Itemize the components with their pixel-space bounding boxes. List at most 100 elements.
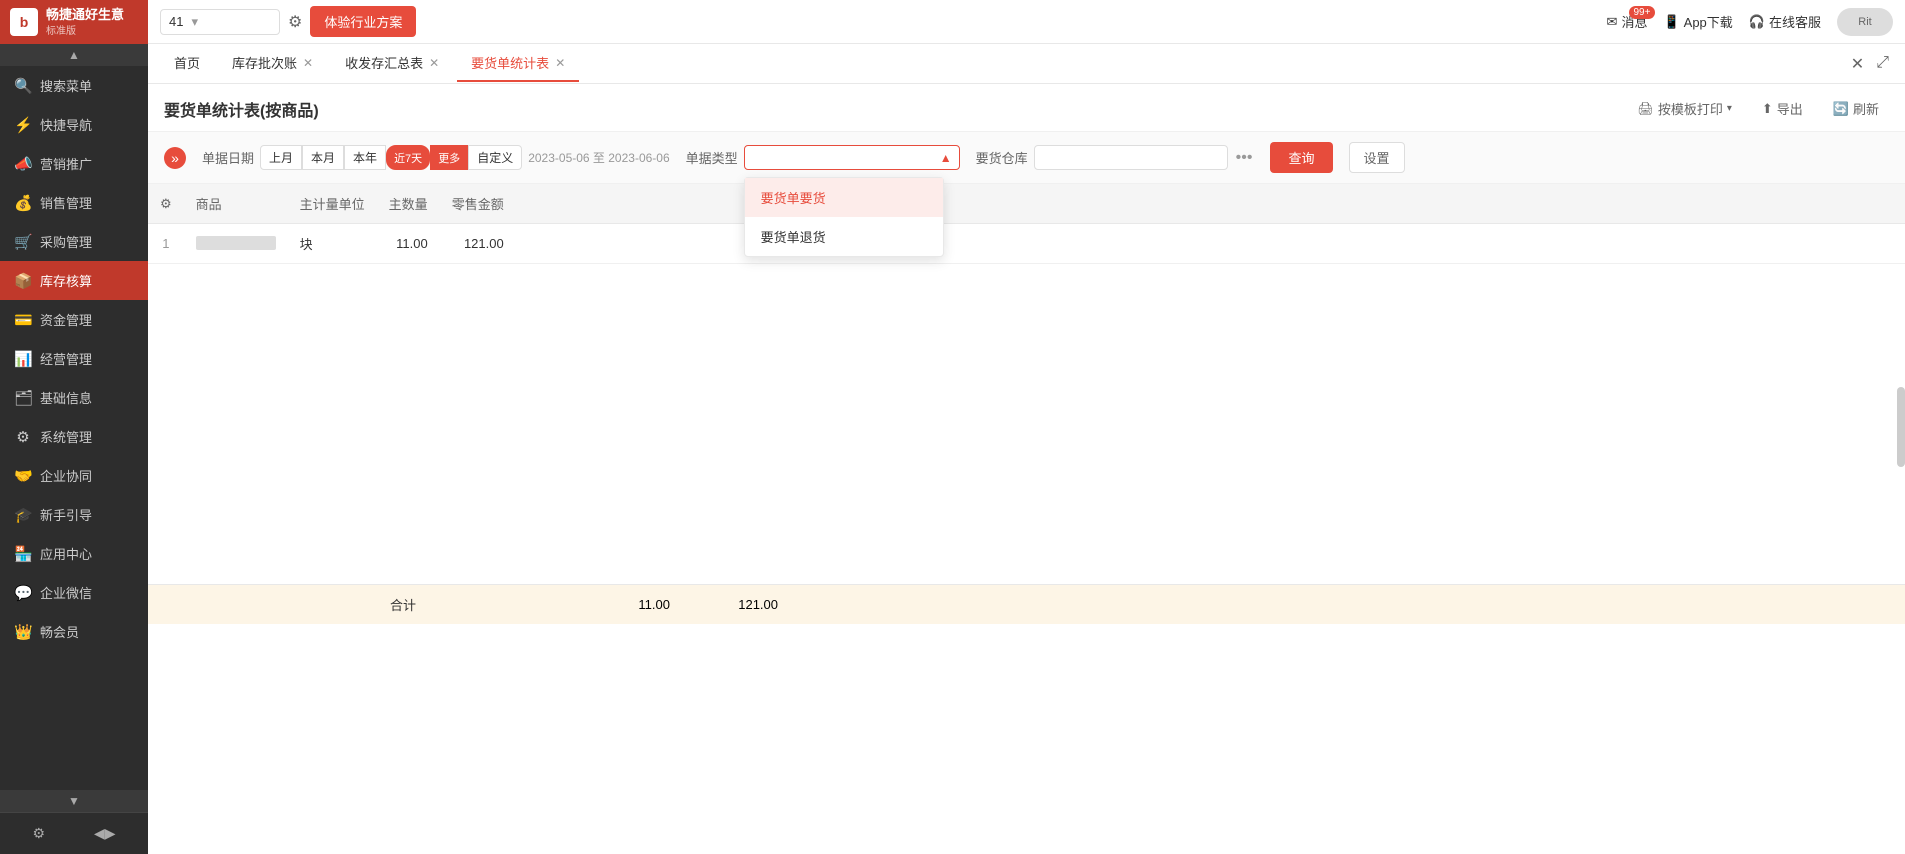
sidebar-item-label-wechat: 企业微信 bbox=[40, 583, 92, 602]
warehouse-more-icon[interactable]: ••• bbox=[1234, 147, 1255, 169]
sidebar-item-marketing[interactable]: 📣 营销推广 bbox=[0, 144, 148, 183]
type-input[interactable] bbox=[744, 145, 960, 170]
sidebar-scroll-down[interactable]: ▼ bbox=[0, 790, 148, 812]
sidebar-item-search[interactable]: 🔍 搜索菜单 bbox=[0, 66, 148, 105]
topbar-gear-icon[interactable]: ⚙ bbox=[288, 12, 302, 32]
date-btn-this-year[interactable]: 本年 bbox=[344, 145, 386, 170]
date-btn-more[interactable]: 更多 bbox=[430, 145, 468, 170]
type-select-wrap: ▲ 要货单要货 要货单退货 bbox=[744, 145, 960, 170]
sidebar-item-enterprise[interactable]: 🤝 企业协同 bbox=[0, 456, 148, 495]
sidebar-item-label-operations: 经营管理 bbox=[40, 349, 92, 368]
sales-icon: 💰 bbox=[14, 194, 32, 212]
print-chevron-icon: ▾ bbox=[1727, 103, 1732, 114]
export-btn[interactable]: ⬆ 导出 bbox=[1752, 94, 1813, 123]
dropdown-item-return[interactable]: 要货单退货 bbox=[745, 217, 943, 256]
search-icon: 🔍 bbox=[14, 77, 32, 95]
system-icon: ⚙ bbox=[14, 428, 32, 446]
app-download-label: App下载 bbox=[1684, 12, 1733, 31]
app-subtitle: 标准版 bbox=[46, 22, 124, 37]
warehouse-filter-group: 要货仓库 ••• bbox=[976, 145, 1255, 170]
empty-space bbox=[148, 264, 1905, 584]
sidebar-item-basic[interactable]: 🗂 基础信息 bbox=[0, 378, 148, 417]
type-dropdown: 要货单要货 要货单退货 bbox=[744, 177, 944, 257]
sidebar-items: 🔍 搜索菜单 ⚡ 快捷导航 📣 营销推广 💰 销售管理 🛒 采购管理 📦 库存核… bbox=[0, 66, 148, 790]
tab-close-receive-summary[interactable]: ✕ bbox=[429, 56, 439, 70]
sidebar-item-vip[interactable]: 👑 畅会员 bbox=[0, 612, 148, 651]
store-chevron-icon: ▾ bbox=[191, 14, 198, 30]
avatar[interactable]: Rit bbox=[1837, 8, 1893, 36]
warehouse-input[interactable] bbox=[1034, 145, 1228, 170]
online-service-label: 在线客服 bbox=[1769, 12, 1821, 31]
tab-close-inventory-batch[interactable]: ✕ bbox=[303, 56, 313, 70]
td-extra bbox=[516, 224, 1905, 264]
date-btn-custom[interactable]: 自定义 bbox=[468, 145, 522, 170]
date-btn-7days[interactable]: 近7天 bbox=[386, 145, 430, 170]
topbar-left: 41 ▾ ⚙ 体验行业方案 bbox=[160, 6, 1597, 37]
purchase-icon: 🛒 bbox=[14, 233, 32, 251]
export-icon: ⬆ bbox=[1762, 101, 1773, 117]
sidebar-item-purchase[interactable]: 🛒 采购管理 bbox=[0, 222, 148, 261]
app-download-btn[interactable]: 📱 App下载 bbox=[1663, 12, 1732, 31]
sidebar-item-wechat[interactable]: 💬 企业微信 bbox=[0, 573, 148, 612]
sidebar-item-label-shortcut: 快捷导航 bbox=[40, 115, 92, 134]
settings-footer-icon[interactable]: ⚙ bbox=[28, 821, 49, 846]
tab-home[interactable]: 首页 bbox=[160, 45, 214, 82]
filter-expand-btn[interactable]: » bbox=[164, 147, 186, 169]
sidebar-item-system[interactable]: ⚙ 系统管理 bbox=[0, 417, 148, 456]
messages-btn[interactable]: ✉ 消息 99+ bbox=[1607, 12, 1648, 31]
tab-order-summary[interactable]: 要货单统计表 ✕ bbox=[457, 45, 579, 82]
collapse-icon[interactable]: ◀▶ bbox=[90, 821, 120, 846]
refresh-icon: 🔄 bbox=[1833, 101, 1849, 117]
wechat-icon: 💬 bbox=[14, 584, 32, 602]
sidebar-item-finance[interactable]: 💳 资金管理 bbox=[0, 300, 148, 339]
sidebar-item-label-basic: 基础信息 bbox=[40, 388, 92, 407]
online-service-btn[interactable]: 🎧 在线客服 bbox=[1749, 12, 1821, 31]
sidebar-item-label-sales: 销售管理 bbox=[40, 193, 92, 212]
sidebar: b 畅捷通好生意 标准版 ▲ 🔍 搜索菜单 ⚡ 快捷导航 📣 营销推广 💰 销售… bbox=[0, 0, 148, 854]
store-selector[interactable]: 41 ▾ bbox=[160, 9, 280, 35]
page-header: 要货单统计表(按商品) 🖨 按模板打印 ▾ ⬆ 导出 🔄 刷新 bbox=[148, 84, 1905, 132]
settings-btn[interactable]: 设置 bbox=[1349, 142, 1405, 173]
td-quantity: 11.00 bbox=[377, 224, 440, 264]
sidebar-scroll-up[interactable]: ▲ bbox=[0, 44, 148, 66]
date-btn-last-month[interactable]: 上月 bbox=[260, 145, 302, 170]
page-inner: 要货单统计表(按商品) 🖨 按模板打印 ▾ ⬆ 导出 🔄 刷新 bbox=[148, 84, 1905, 854]
tab-inventory-batch[interactable]: 库存批次账 ✕ bbox=[218, 45, 327, 82]
column-settings-icon[interactable]: ⚙ bbox=[160, 196, 172, 211]
tab-receive-summary[interactable]: 收发存汇总表 ✕ bbox=[331, 45, 453, 82]
sidebar-item-sales[interactable]: 💰 销售管理 bbox=[0, 183, 148, 222]
date-btn-this-month[interactable]: 本月 bbox=[302, 145, 344, 170]
th-extra bbox=[516, 184, 1905, 224]
dropdown-item-purchase[interactable]: 要货单要货 bbox=[745, 178, 943, 217]
table-footer: 合计 11.00 121.00 bbox=[148, 584, 1905, 624]
td-amount: 121.00 bbox=[440, 224, 516, 264]
operations-icon: 📊 bbox=[14, 350, 32, 368]
main-area: 41 ▾ ⚙ 体验行业方案 ✉ 消息 99+ 📱 App下载 🎧 在线客服 Ri… bbox=[148, 0, 1905, 854]
sidebar-item-label-inventory: 库存核算 bbox=[40, 271, 92, 290]
filter-row: » 单据日期 上月 本月 本年 近7天 更多 自定义 2023-05-06 至 … bbox=[148, 132, 1905, 184]
page-title: 要货单统计表(按商品) bbox=[164, 97, 319, 121]
appstore-icon: 🏪 bbox=[14, 545, 32, 563]
sidebar-item-inventory[interactable]: 📦 库存核算 bbox=[0, 261, 148, 300]
sidebar-item-guide[interactable]: 🎓 新手引导 bbox=[0, 495, 148, 534]
tab-collapse-icon[interactable]: ✕ bbox=[1847, 52, 1868, 76]
tab-fullscreen-icon[interactable]: ⤢ bbox=[1872, 52, 1893, 76]
refresh-label: 刷新 bbox=[1853, 99, 1879, 118]
print-btn[interactable]: 🖨 按模板打印 ▾ bbox=[1627, 94, 1742, 123]
th-unit: 主计量单位 bbox=[288, 184, 377, 224]
tab-close-order-summary[interactable]: ✕ bbox=[555, 56, 565, 70]
inventory-icon: 📦 bbox=[14, 272, 32, 290]
query-btn[interactable]: 查询 bbox=[1270, 142, 1332, 173]
sidebar-item-appstore[interactable]: 🏪 应用中心 bbox=[0, 534, 148, 573]
footer-amount: 121.00 bbox=[678, 597, 778, 612]
refresh-btn[interactable]: 🔄 刷新 bbox=[1823, 94, 1889, 123]
sidebar-item-label-system: 系统管理 bbox=[40, 427, 92, 446]
th-settings[interactable]: ⚙ bbox=[148, 184, 184, 224]
sidebar-item-label-enterprise: 企业协同 bbox=[40, 466, 92, 485]
industry-btn[interactable]: 体验行业方案 bbox=[310, 6, 416, 37]
sidebar-item-shortcut[interactable]: ⚡ 快捷导航 bbox=[0, 105, 148, 144]
sidebar-item-operations[interactable]: 📊 经营管理 bbox=[0, 339, 148, 378]
td-row-num: 1 bbox=[148, 224, 184, 264]
scroll-handle[interactable] bbox=[1897, 387, 1905, 467]
shortcut-icon: ⚡ bbox=[14, 116, 32, 134]
